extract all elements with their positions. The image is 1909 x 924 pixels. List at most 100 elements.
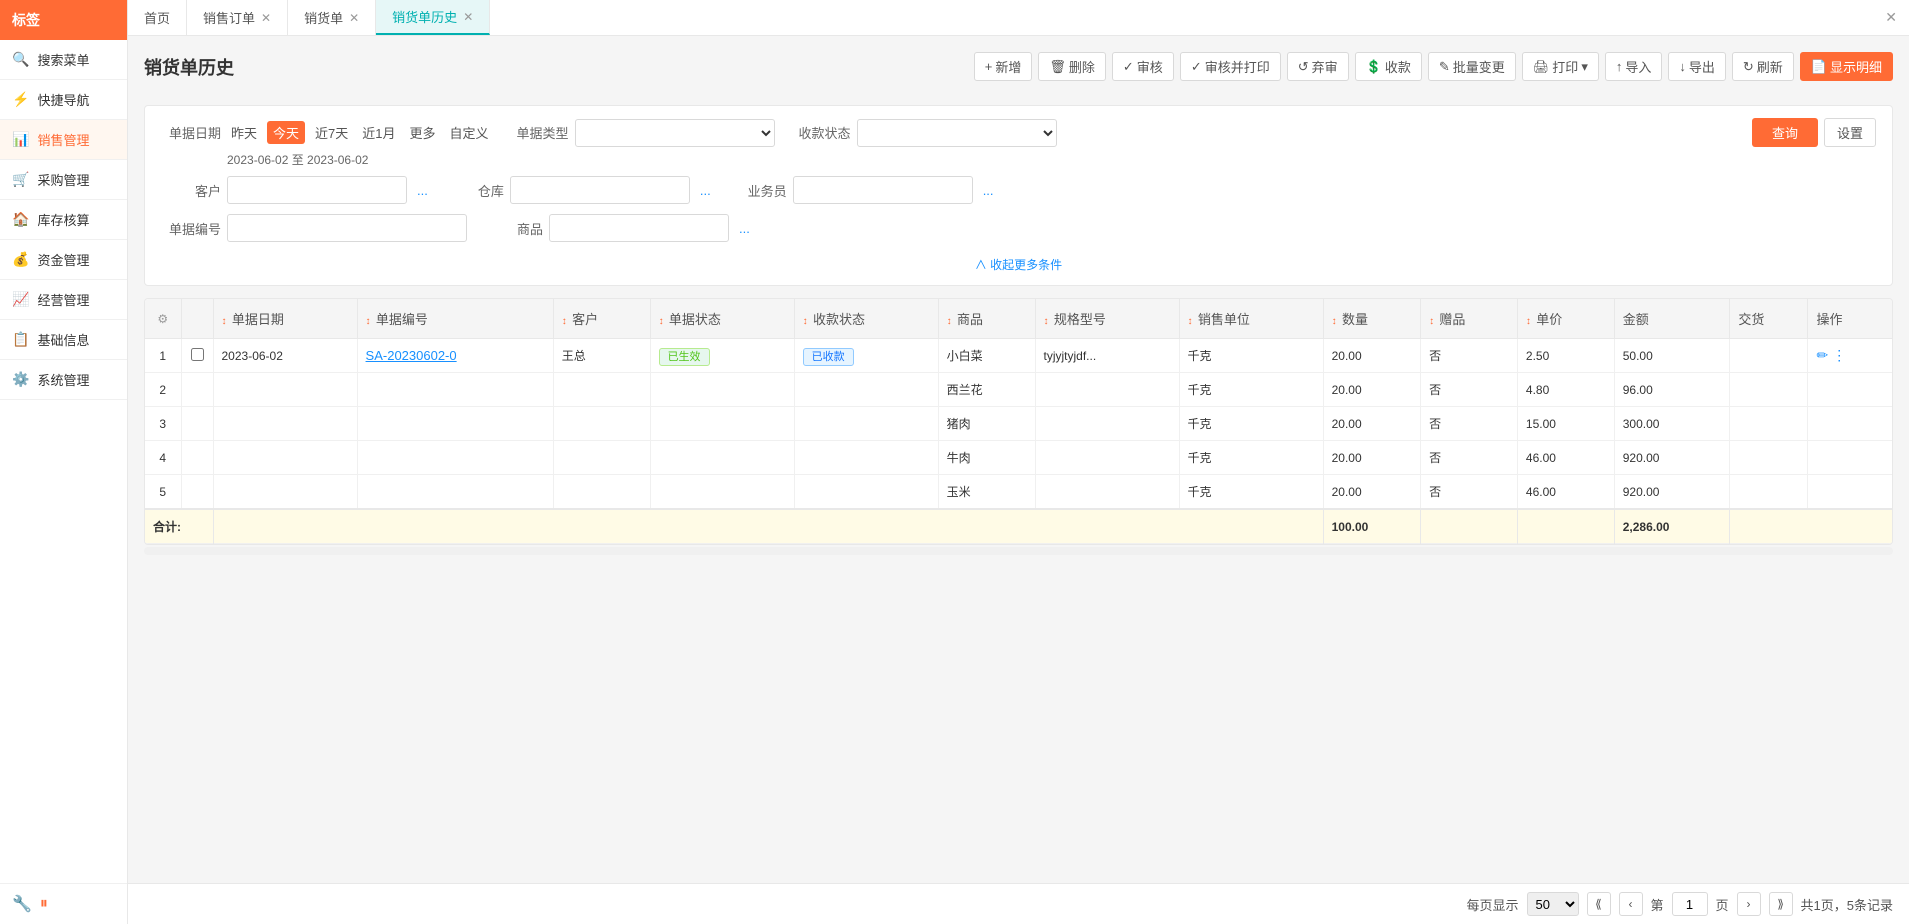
- tab-home[interactable]: 首页: [128, 0, 187, 35]
- data-table-container: ⚙ ↕ 单据日期 ↕ 单据编号 ↕ 客户: [144, 298, 1893, 545]
- close-sales-order-tab[interactable]: ✕: [261, 11, 271, 25]
- col-docno-label: 单据编号: [376, 312, 428, 327]
- more-icon[interactable]: ⋮: [1832, 347, 1846, 364]
- col-docstatus[interactable]: ↕ 单据状态: [650, 299, 794, 339]
- horizontal-scrollbar[interactable]: [144, 547, 1893, 555]
- doctype-select[interactable]: [575, 119, 775, 147]
- batch-change-button[interactable]: ✎ 批量变更: [1428, 52, 1516, 81]
- sidebar-item-label: 基础信息: [37, 330, 89, 349]
- collect-button[interactable]: 💲 收款: [1355, 52, 1422, 81]
- export-button[interactable]: ↓ 导出: [1668, 52, 1726, 81]
- sort-spec-icon: ↕: [1044, 316, 1049, 327]
- page-number-input[interactable]: [1672, 892, 1708, 916]
- filter-customer: 客户 ...: [161, 176, 428, 204]
- filter-goods: 商品 ...: [483, 214, 750, 242]
- settings-bottom-icon[interactable]: 🔧: [12, 894, 32, 914]
- tab-sales-delivery[interactable]: 销货单 ✕: [288, 0, 376, 35]
- sidebar-item-basic-info[interactable]: 📋 基础信息: [0, 320, 127, 360]
- row1-checkbox[interactable]: [181, 339, 213, 373]
- col-spec[interactable]: ↕ 规格型号: [1035, 299, 1179, 339]
- goods-search-icon[interactable]: ...: [739, 221, 750, 236]
- date-today[interactable]: 今天: [267, 121, 305, 144]
- refresh-button[interactable]: ↻ 刷新: [1732, 52, 1794, 81]
- date-yesterday[interactable]: 昨天: [227, 121, 261, 144]
- row3-checkbox: [181, 407, 213, 441]
- date-custom[interactable]: 自定义: [446, 121, 493, 144]
- filter-collect-status: 收款状态: [791, 119, 1057, 147]
- customer-search-icon[interactable]: ...: [417, 183, 428, 198]
- sort-docno-icon: ↕: [366, 316, 371, 327]
- date-shortcuts: 昨天 今天 近7天 近1月 更多 自定义: [227, 121, 493, 144]
- row2-gift: 否: [1421, 373, 1518, 407]
- pause-icon[interactable]: ⏸: [40, 895, 48, 913]
- abandon-button[interactable]: ↺ 弃审: [1287, 52, 1349, 81]
- salesperson-search-icon[interactable]: ...: [983, 183, 994, 198]
- import-button[interactable]: ↑ 导入: [1605, 52, 1663, 81]
- filter-warehouse: 仓库 ...: [444, 176, 711, 204]
- sidebar-item-sales-mgmt[interactable]: 📊 销售管理: [0, 120, 127, 160]
- col-transaction-label: 交货: [1738, 312, 1764, 327]
- page-prev-btn[interactable]: ‹: [1619, 892, 1643, 916]
- edit-icon[interactable]: ✏: [1816, 347, 1828, 364]
- warehouse-input[interactable]: [510, 176, 690, 204]
- col-qty[interactable]: ↕ 数量: [1323, 299, 1420, 339]
- row1-amount: 50.00: [1614, 339, 1730, 373]
- row4-action: [1808, 441, 1892, 475]
- new-button[interactable]: + 新增: [974, 52, 1033, 81]
- data-table: ⚙ ↕ 单据日期 ↕ 单据编号 ↕ 客户: [145, 299, 1892, 544]
- sidebar-item-system-mgmt[interactable]: ⚙️ 系统管理: [0, 360, 127, 400]
- sidebar-item-purchase-mgmt[interactable]: 🛒 采购管理: [0, 160, 127, 200]
- settings-button[interactable]: 设置: [1824, 118, 1876, 147]
- collect-status-select[interactable]: [857, 119, 1057, 147]
- print-button[interactable]: 🖨 打印 ▾: [1522, 52, 1599, 81]
- show-detail-button[interactable]: 📄 显示明细: [1800, 52, 1893, 81]
- delete-button[interactable]: 🗑 删除: [1038, 52, 1106, 81]
- tab-sales-history[interactable]: 销货单历史 ✕: [376, 0, 490, 35]
- row3-docstatus: [650, 407, 794, 441]
- collapse-filter[interactable]: ∧ 收起更多条件: [161, 252, 1876, 273]
- page-first-btn[interactable]: ⟪: [1587, 892, 1611, 916]
- col-customer[interactable]: ↕ 客户: [553, 299, 650, 339]
- col-price[interactable]: ↕ 单价: [1517, 299, 1614, 339]
- sidebar-item-inventory[interactable]: 🏠 库存核算: [0, 200, 127, 240]
- row3-action: [1808, 407, 1892, 441]
- close-sales-history-tab[interactable]: ✕: [463, 10, 473, 24]
- close-sales-delivery-tab[interactable]: ✕: [349, 11, 359, 25]
- col-date[interactable]: ↕ 单据日期: [213, 299, 357, 339]
- col-action: 操作: [1808, 299, 1892, 339]
- tab-sales-order[interactable]: 销售订单 ✕: [187, 0, 288, 35]
- salesperson-input[interactable]: [793, 176, 973, 204]
- page-last-btn[interactable]: ⟫: [1769, 892, 1793, 916]
- col-settings[interactable]: ⚙: [145, 299, 181, 339]
- close-all-tabs[interactable]: ✕: [1873, 9, 1909, 26]
- docno-input[interactable]: [227, 214, 467, 242]
- audit-print-button[interactable]: ✓ 审核并打印: [1180, 52, 1281, 81]
- sidebar-item-quick-nav[interactable]: ⚡ 快捷导航: [0, 80, 127, 120]
- sidebar-item-label: 搜索菜单: [37, 50, 89, 69]
- row2-unit: 千克: [1179, 373, 1323, 407]
- row5-docno: [357, 475, 553, 510]
- col-docno[interactable]: ↕ 单据编号: [357, 299, 553, 339]
- tab-sales-order-label: 销售订单: [203, 8, 255, 27]
- sidebar-item-operations[interactable]: 📈 经营管理: [0, 280, 127, 320]
- page-unit-label: 页: [1716, 895, 1729, 914]
- date-1month[interactable]: 近1月: [358, 121, 399, 144]
- date-more[interactable]: 更多: [406, 121, 440, 144]
- row1-docno[interactable]: SA-20230602-0: [357, 339, 553, 373]
- col-gift[interactable]: ↕ 赠品: [1421, 299, 1518, 339]
- query-button[interactable]: 查询: [1752, 118, 1818, 147]
- audit-button[interactable]: ✓ 审核: [1112, 52, 1174, 81]
- sidebar-item-finance[interactable]: 💰 资金管理: [0, 240, 127, 280]
- page-next-btn[interactable]: ›: [1737, 892, 1761, 916]
- warehouse-search-icon[interactable]: ...: [700, 183, 711, 198]
- customer-input[interactable]: [227, 176, 407, 204]
- goods-input[interactable]: [549, 214, 729, 242]
- col-goods[interactable]: ↕ 商品: [938, 299, 1035, 339]
- date-7days[interactable]: 近7天: [311, 121, 352, 144]
- row2-amount: 96.00: [1614, 373, 1730, 407]
- per-page-select[interactable]: 10 20 50 100: [1527, 892, 1579, 916]
- col-collectstatus[interactable]: ↕ 收款状态: [794, 299, 938, 339]
- col-unit[interactable]: ↕ 销售单位: [1179, 299, 1323, 339]
- row1-qty: 20.00: [1323, 339, 1420, 373]
- sidebar-item-search-menu[interactable]: 🔍 搜索菜单: [0, 40, 127, 80]
